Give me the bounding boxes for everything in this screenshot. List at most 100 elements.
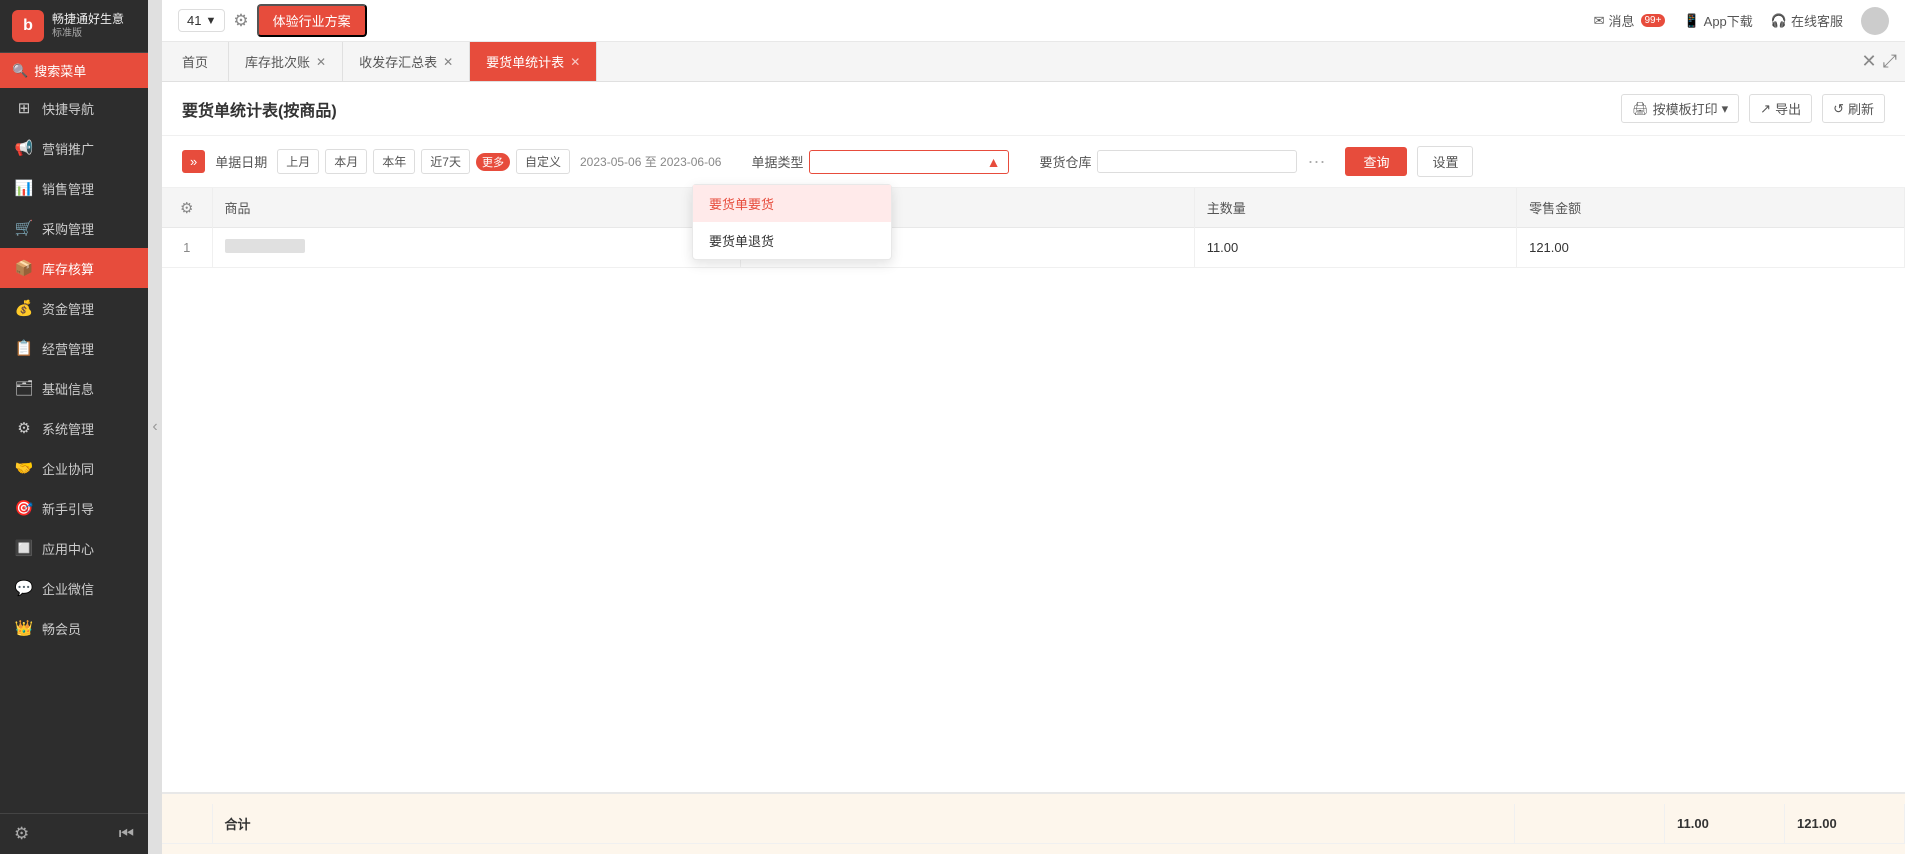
user-avatar[interactable] xyxy=(1861,7,1889,35)
refresh-icon: ↺ xyxy=(1833,101,1844,117)
col-settings[interactable]: ⚙ xyxy=(162,188,212,228)
date-this-month-btn[interactable]: 本月 xyxy=(325,149,367,174)
sidebar-collapse-handle[interactable]: ‹ xyxy=(148,0,162,854)
row-amount: 121.00 xyxy=(1517,228,1905,268)
sidebar-item-marketing[interactable]: 📢 营销推广 xyxy=(0,128,148,168)
sidebar-item-sales[interactable]: 📊 销售管理 xyxy=(0,168,148,208)
main-area: 41 ▼ ⚙ 体验行业方案 ✉ 消息 99+ 📱 App下载 🎧 在线客服 xyxy=(162,0,1905,854)
store-selector[interactable]: 41 ▼ xyxy=(178,9,225,32)
filter-expand-btn[interactable]: » xyxy=(182,150,205,173)
trial-btn[interactable]: 体验行业方案 xyxy=(257,4,367,37)
dropdown-item-order-return[interactable]: 要货单退货 xyxy=(693,222,891,259)
query-btn[interactable]: 查询 xyxy=(1345,147,1407,176)
tab-order-stats[interactable]: 要货单统计表 ✕ xyxy=(470,42,597,81)
col-amount: 零售金额 xyxy=(1517,188,1905,228)
sidebar-item-finance[interactable]: 💰 资金管理 xyxy=(0,288,148,328)
date-more-badge[interactable]: 更多 xyxy=(476,153,510,171)
close-tab-inventory-batch[interactable]: ✕ xyxy=(316,55,326,69)
marketing-icon: 📢 xyxy=(14,138,34,158)
type-select-arrow: ▲ xyxy=(987,154,1001,170)
table-footer: 合计 11.00 121.00 xyxy=(162,792,1905,854)
filter-bar: » 单据日期 上月 本月 本年 近7天 更多 自定义 2023-05-06 至 … xyxy=(162,136,1905,188)
footer-label: 合计 xyxy=(212,804,1515,844)
date-7days-btn[interactable]: 近7天 xyxy=(421,149,470,174)
close-tab-receivables[interactable]: ✕ xyxy=(443,55,453,69)
date-this-year-btn[interactable]: 本年 xyxy=(373,149,415,174)
date-filter-group: 上月 本月 本年 近7天 更多 自定义 2023-05-06 至 2023-06… xyxy=(277,149,721,174)
sidebar-item-guide[interactable]: 🎯 新手引导 xyxy=(0,488,148,528)
table-container: ⚙ 商品 主计量单位 主数量 零售金额 1 块 xyxy=(162,188,1905,792)
printer-icon: 🖨 xyxy=(1632,101,1649,117)
apps-icon: 🔲 xyxy=(14,538,34,558)
col-quantity: 主数量 xyxy=(1194,188,1516,228)
date-custom-btn[interactable]: 自定义 xyxy=(516,149,570,174)
topbar-right: ✉ 消息 99+ 📱 App下载 🎧 在线客服 xyxy=(1594,7,1889,35)
wechat-icon: 💬 xyxy=(14,578,34,598)
store-dropdown-icon: ▼ xyxy=(205,15,216,27)
type-label: 单据类型 xyxy=(751,152,803,171)
sidebar-item-inventory[interactable]: 📦 库存核算 xyxy=(0,248,148,288)
refresh-btn[interactable]: ↺ 刷新 xyxy=(1822,94,1885,123)
system-icon: ⚙ xyxy=(14,418,34,438)
page-header: 要货单统计表(按商品) 🖨 按模板打印 ▾ ↗ 导出 ↺ 刷新 xyxy=(162,82,1905,136)
logo-icon: b xyxy=(12,10,44,42)
logo-text: 畅捷通好生意 标准版 xyxy=(52,12,124,41)
tabbar-close-btn[interactable]: ✕ xyxy=(1862,51,1877,72)
filter-settings-btn[interactable]: 设置 xyxy=(1417,146,1473,177)
tab-receivables-summary[interactable]: 收发存汇总表 ✕ xyxy=(343,42,470,81)
date-last-month-btn[interactable]: 上月 xyxy=(277,149,319,174)
warehouse-input[interactable] xyxy=(1097,150,1297,173)
topbar: 41 ▼ ⚙ 体验行业方案 ✉ 消息 99+ 📱 App下载 🎧 在线客服 xyxy=(162,0,1905,42)
footer-quantity: 11.00 xyxy=(1665,804,1785,844)
table-settings-icon[interactable]: ⚙ xyxy=(180,200,193,217)
app-download-btn[interactable]: 📱 App下载 xyxy=(1683,11,1752,30)
tabbar-expand-btn[interactable]: ⤢ xyxy=(1883,51,1897,72)
row-quantity: 11.00 xyxy=(1194,228,1516,268)
type-select-input[interactable] xyxy=(818,154,982,169)
sidebar-item-apps[interactable]: 🔲 应用中心 xyxy=(0,528,148,568)
messages-icon: ✉ xyxy=(1594,13,1605,29)
messages-btn[interactable]: ✉ 消息 99+ xyxy=(1594,11,1666,30)
sidebar-item-quick-nav[interactable]: ⊞ 快捷导航 xyxy=(0,88,148,128)
footer-amount: 121.00 xyxy=(1785,804,1905,844)
type-select-box[interactable]: ▲ xyxy=(809,150,1009,174)
sidebar-settings-icon[interactable]: ⚙ xyxy=(14,824,29,844)
sidebar-item-wechat[interactable]: 💬 企业微信 xyxy=(0,568,148,608)
footer-table: 合计 11.00 121.00 xyxy=(162,804,1905,844)
dropdown-item-order-purchase[interactable]: 要货单要货 xyxy=(693,185,891,222)
tab-inventory-batch[interactable]: 库存批次账 ✕ xyxy=(229,42,343,81)
tab-home[interactable]: 首页 xyxy=(162,42,229,81)
sidebar-item-purchase[interactable]: 🛒 采购管理 xyxy=(0,208,148,248)
purchase-icon: 🛒 xyxy=(14,218,34,238)
inventory-icon: 📦 xyxy=(14,258,34,278)
sales-icon: 📊 xyxy=(14,178,34,198)
sidebar-item-operation[interactable]: 📋 经营管理 xyxy=(0,328,148,368)
operation-icon: 📋 xyxy=(14,338,34,358)
date-label: 单据日期 xyxy=(215,152,267,171)
template-print-btn[interactable]: 🖨 按模板打印 ▾ xyxy=(1621,94,1739,123)
app-download-icon: 📱 xyxy=(1683,13,1699,29)
sidebar-item-basic[interactable]: 🗂 基础信息 xyxy=(0,368,148,408)
sidebar-collapse-btn[interactable]: ⏮ xyxy=(119,824,134,844)
quick-nav-icon: ⊞ xyxy=(14,98,34,118)
page-content: 要货单统计表(按商品) 🖨 按模板打印 ▾ ↗ 导出 ↺ 刷新 » xyxy=(162,82,1905,854)
topbar-settings-icon[interactable]: ⚙ xyxy=(233,11,248,31)
tabbar: 首页 库存批次账 ✕ 收发存汇总表 ✕ 要货单统计表 ✕ ✕ ⤢ xyxy=(162,42,1905,82)
export-btn[interactable]: ↗ 导出 xyxy=(1749,94,1812,123)
guide-icon: 🎯 xyxy=(14,498,34,518)
type-filter-group: 单据类型 ▲ xyxy=(751,150,1009,174)
enterprise-icon: 🤝 xyxy=(14,458,34,478)
member-icon: 👑 xyxy=(14,618,34,638)
more-options-icon[interactable]: ··· xyxy=(1307,151,1325,172)
sidebar-item-enterprise[interactable]: 🤝 企业协同 xyxy=(0,448,148,488)
footer-empty xyxy=(162,804,212,844)
sidebar-item-member[interactable]: 👑 畅会员 xyxy=(0,608,148,648)
online-service-btn[interactable]: 🎧 在线客服 xyxy=(1771,11,1843,30)
topbar-left: 41 ▼ ⚙ 体验行业方案 xyxy=(178,4,367,37)
row-goods xyxy=(212,228,741,268)
sidebar-search[interactable]: 🔍 搜索菜单 xyxy=(0,53,148,88)
tabbar-right: ✕ ⤢ xyxy=(1862,51,1905,72)
sidebar-item-system[interactable]: ⚙ 系统管理 xyxy=(0,408,148,448)
close-tab-order-stats[interactable]: ✕ xyxy=(570,55,580,69)
sidebar-logo: b 畅捷通好生意 标准版 xyxy=(0,0,148,53)
